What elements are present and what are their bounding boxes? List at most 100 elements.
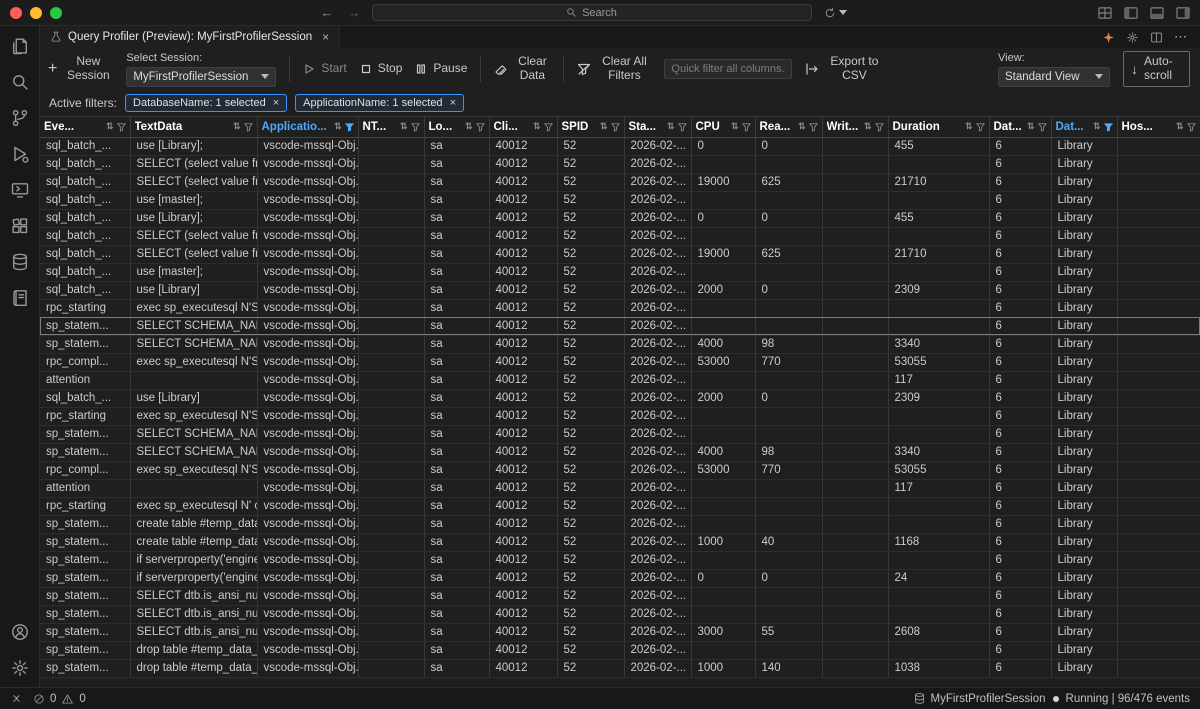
grid-cell[interactable] [822,641,888,659]
sort-icon[interactable]: ⇅ [533,121,541,132]
grid-cell[interactable]: sa [424,371,489,389]
grid-cell[interactable]: sa [424,245,489,263]
grid-cell[interactable]: 40012 [489,515,557,533]
grid-cell[interactable] [358,227,424,245]
grid-cell[interactable]: 52 [557,425,624,443]
grid-cell[interactable] [1117,641,1200,659]
grid-cell[interactable]: sp_statem... [40,443,130,461]
grid-cell[interactable]: 6 [989,389,1051,407]
grid-cell[interactable]: sp_statem... [40,641,130,659]
grid-cell[interactable] [358,605,424,623]
grid-cell[interactable]: sa [424,497,489,515]
grid-cell[interactable] [822,515,888,533]
grid-cell[interactable]: 19000 [691,173,755,191]
remote-explorer-icon[interactable] [9,179,31,201]
grid-cell[interactable]: 0 [691,569,755,587]
view-select[interactable]: Standard View [998,67,1110,87]
navigate-back-button[interactable]: ← [318,6,337,19]
grid-cell[interactable]: sa [424,299,489,317]
grid-cell[interactable] [1117,407,1200,425]
grid-cell[interactable]: attention [40,371,130,389]
grid-cell[interactable]: 52 [557,479,624,497]
grid-cell[interactable]: 52 [557,281,624,299]
command-center-search[interactable]: Search [372,4,812,21]
filter-funnel-icon[interactable] [678,122,687,132]
grid-cell[interactable]: 6 [989,533,1051,551]
grid-cell[interactable] [822,227,888,245]
grid-cell[interactable] [1117,425,1200,443]
close-icon[interactable]: × [322,30,329,44]
grid-cell[interactable]: 2026-02-... [624,659,691,677]
grid-row[interactable]: sp_statem...if serverproperty('enginee..… [40,551,1200,569]
grid-cell[interactable]: 1000 [691,533,755,551]
grid-cell[interactable]: Library [1051,209,1117,227]
grid-cell[interactable] [691,641,755,659]
grid-cell[interactable]: vscode-mssql-Obj... [257,173,358,191]
stop-button[interactable]: Stop [360,62,403,76]
minimize-window-button[interactable] [30,7,42,19]
column-header-5[interactable]: Cli...⇅ [489,117,557,137]
grid-cell[interactable] [358,281,424,299]
grid-cell[interactable] [755,425,822,443]
grid-cell[interactable]: 2026-02-... [624,245,691,263]
grid-cell[interactable]: sp_statem... [40,569,130,587]
grid-cell[interactable]: 40012 [489,461,557,479]
grid-cell[interactable]: 6 [989,623,1051,641]
grid-cell[interactable] [822,407,888,425]
grid-cell[interactable]: 455 [888,209,989,227]
grid-cell[interactable]: 6 [989,479,1051,497]
grid-cell[interactable]: 52 [557,371,624,389]
grid-cell[interactable] [822,335,888,353]
filter-funnel-icon[interactable] [117,122,126,132]
grid-cell[interactable]: 52 [557,317,624,335]
grid-cell[interactable] [755,371,822,389]
column-header-3[interactable]: NT...⇅ [358,117,424,137]
grid-cell[interactable] [1117,263,1200,281]
grid-cell[interactable]: vscode-mssql-Obj... [257,587,358,605]
grid-cell[interactable]: sp_statem... [40,587,130,605]
grid-cell[interactable]: 0 [755,389,822,407]
grid-cell[interactable] [822,137,888,155]
grid-cell[interactable] [691,155,755,173]
grid-cell[interactable]: 6 [989,641,1051,659]
grid-cell[interactable]: 40012 [489,659,557,677]
filter-chip-applicationname[interactable]: ApplicationName: 1 selected × [295,94,464,112]
grid-cell[interactable]: 21710 [888,245,989,263]
grid-cell[interactable] [358,245,424,263]
grid-cell[interactable]: sql_batch_... [40,137,130,155]
grid-cell[interactable]: 40012 [489,479,557,497]
remote-indicator[interactable] [10,692,23,705]
grid-cell[interactable] [1117,299,1200,317]
grid-cell[interactable] [691,497,755,515]
grid-cell[interactable] [691,407,755,425]
more-actions-icon[interactable]: ⋯ [1174,29,1188,45]
grid-cell[interactable]: 40012 [489,497,557,515]
grid-cell[interactable]: use [Library]; [130,209,257,227]
grid-cell[interactable]: SELECT SCHEMA_NAME(t... [130,425,257,443]
grid-cell[interactable]: sa [424,587,489,605]
grid-cell[interactable]: sql_batch_... [40,389,130,407]
grid-cell[interactable]: 2026-02-... [624,335,691,353]
grid-cell[interactable]: 2608 [888,623,989,641]
grid-row[interactable]: sql_batch_...use [master];vscode-mssql-O… [40,263,1200,281]
grid-cell[interactable]: 140 [755,659,822,677]
grid-cell[interactable] [691,551,755,569]
grid-row[interactable]: sql_batch_...use [Library];vscode-mssql-… [40,137,1200,155]
grid-cell[interactable]: 40012 [489,299,557,317]
grid-cell[interactable]: vscode-mssql-Obj... [257,497,358,515]
grid-cell[interactable] [1117,317,1200,335]
grid-cell[interactable]: 6 [989,515,1051,533]
grid-cell[interactable] [755,497,822,515]
grid-cell[interactable] [755,641,822,659]
grid-cell[interactable]: sa [424,173,489,191]
grid-cell[interactable]: 52 [557,641,624,659]
grid-cell[interactable] [822,605,888,623]
grid-cell[interactable]: 770 [755,353,822,371]
grid-row[interactable]: sql_batch_...use [Library]vscode-mssql-O… [40,281,1200,299]
grid-cell[interactable]: 2000 [691,281,755,299]
grid-cell[interactable]: 52 [557,389,624,407]
grid-cell[interactable]: 2309 [888,281,989,299]
grid-row[interactable]: attentionvscode-mssql-Obj...sa4001252202… [40,371,1200,389]
grid-cell[interactable] [358,335,424,353]
grid-cell[interactable] [1117,191,1200,209]
